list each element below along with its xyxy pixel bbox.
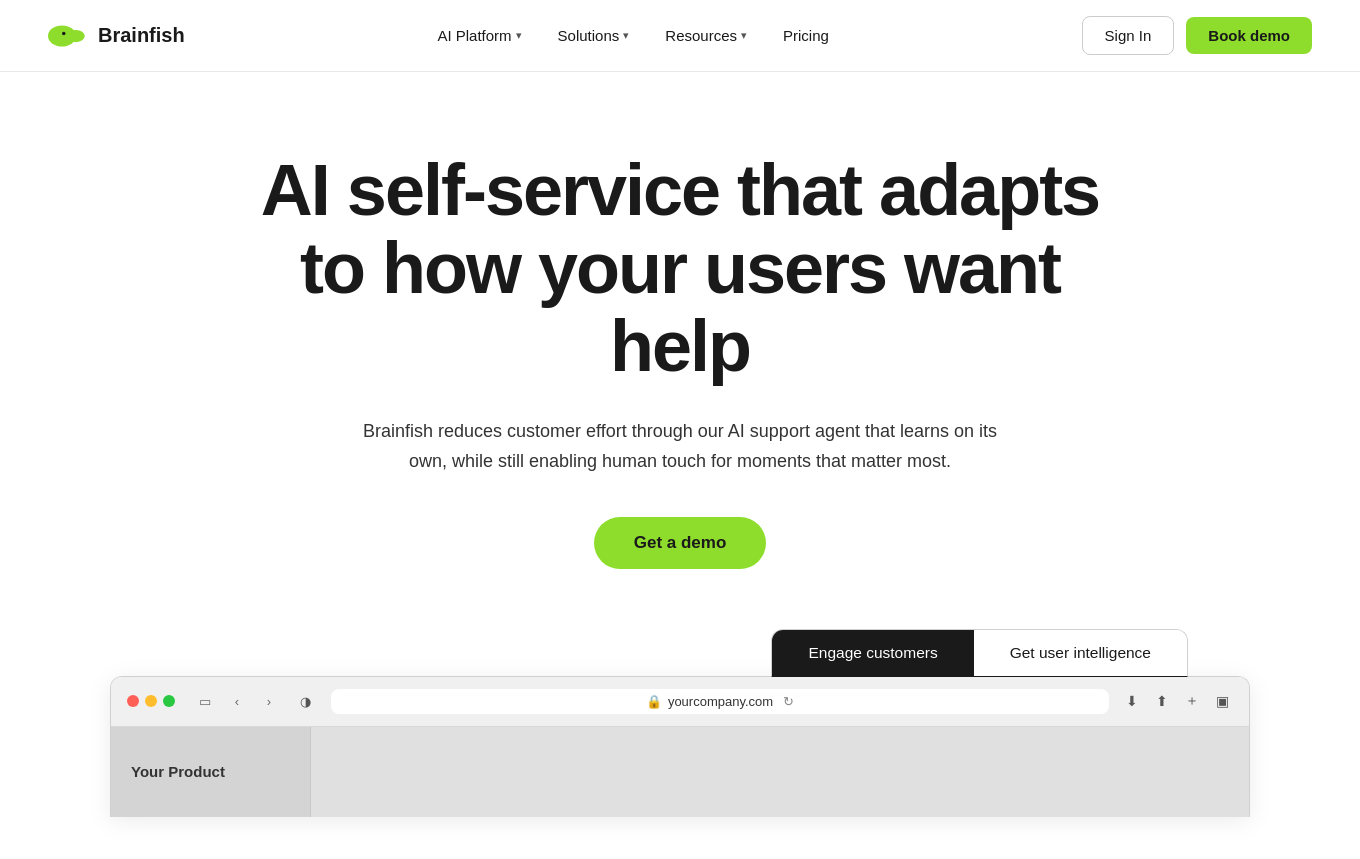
svg-point-1 (67, 29, 85, 41)
browser-content: Your Product (111, 727, 1249, 817)
nav-links: AI Platform ▾ Solutions ▾ Resources ▾ Pr… (423, 19, 842, 52)
nav-item-solutions[interactable]: Solutions ▾ (544, 19, 644, 52)
browser-address-bar[interactable]: 🔒 yourcompany.com ↻ (331, 689, 1109, 714)
svg-point-2 (62, 31, 66, 35)
browser-toolbar: ▭ ‹ › ◑ 🔒 yourcompany.com ↻ ⬇ (111, 677, 1249, 727)
chevron-down-icon: ▾ (741, 29, 747, 42)
tab-user-intelligence[interactable]: Get user intelligence (974, 630, 1187, 676)
product-label: Your Product (131, 763, 225, 780)
hero-title: AI self-service that adapts to how your … (230, 152, 1130, 385)
nav-actions: Sign In Book demo (1082, 16, 1312, 55)
lock-icon: 🔒 (646, 694, 662, 709)
sidebar-right-icon[interactable]: ▣ (1211, 690, 1233, 712)
reload-icon: ↻ (783, 694, 794, 709)
nav-item-ai-platform[interactable]: AI Platform ▾ (423, 19, 535, 52)
browser-actions-right: ⬇ ⬆ ＋ ▣ (1121, 690, 1233, 712)
download-icon[interactable]: ⬇ (1121, 690, 1143, 712)
sidebar-toggle-icon[interactable]: ▭ (191, 689, 219, 713)
navbar: Brainfish AI Platform ▾ Solutions ▾ Reso… (0, 0, 1360, 72)
nav-item-pricing[interactable]: Pricing (769, 19, 843, 52)
get-demo-button[interactable]: Get a demo (594, 517, 767, 569)
back-icon[interactable]: ‹ (223, 689, 251, 713)
browser-main-area (311, 727, 1249, 817)
add-tab-icon[interactable]: ＋ (1181, 690, 1203, 712)
tab-engage-customers[interactable]: Engage customers (772, 630, 973, 676)
browser-mockup: ▭ ‹ › ◑ 🔒 yourcompany.com ↻ ⬇ (110, 676, 1250, 817)
product-preview-section: Engage customers Get user intelligence (48, 629, 1312, 817)
browser-controls: ▭ ‹ › (191, 689, 283, 713)
browser-url: yourcompany.com (668, 694, 773, 709)
hero-section: AI self-service that adapts to how your … (0, 72, 1360, 859)
contrast-icon: ◑ (295, 691, 315, 711)
forward-icon[interactable]: › (255, 689, 283, 713)
chevron-down-icon: ▾ (623, 29, 629, 42)
browser-sidebar: Your Product (111, 727, 311, 817)
chevron-down-icon: ▾ (516, 29, 522, 42)
signin-button[interactable]: Sign In (1082, 16, 1175, 55)
nav-item-resources[interactable]: Resources ▾ (651, 19, 761, 52)
logo-link[interactable]: Brainfish (48, 22, 185, 50)
tab-bar-row: Engage customers Get user intelligence (110, 629, 1250, 677)
book-demo-button[interactable]: Book demo (1186, 17, 1312, 54)
browser-dot-green (163, 695, 175, 707)
tab-bar: Engage customers Get user intelligence (771, 629, 1188, 677)
browser-dot-yellow (145, 695, 157, 707)
hero-subtitle: Brainfish reduces customer effort throug… (350, 417, 1010, 476)
logo-icon (48, 22, 90, 50)
logo-text: Brainfish (98, 24, 185, 47)
browser-dots (127, 695, 175, 707)
browser-dot-red (127, 695, 139, 707)
share-icon[interactable]: ⬆ (1151, 690, 1173, 712)
tabs-and-browser: Engage customers Get user intelligence (110, 629, 1250, 817)
